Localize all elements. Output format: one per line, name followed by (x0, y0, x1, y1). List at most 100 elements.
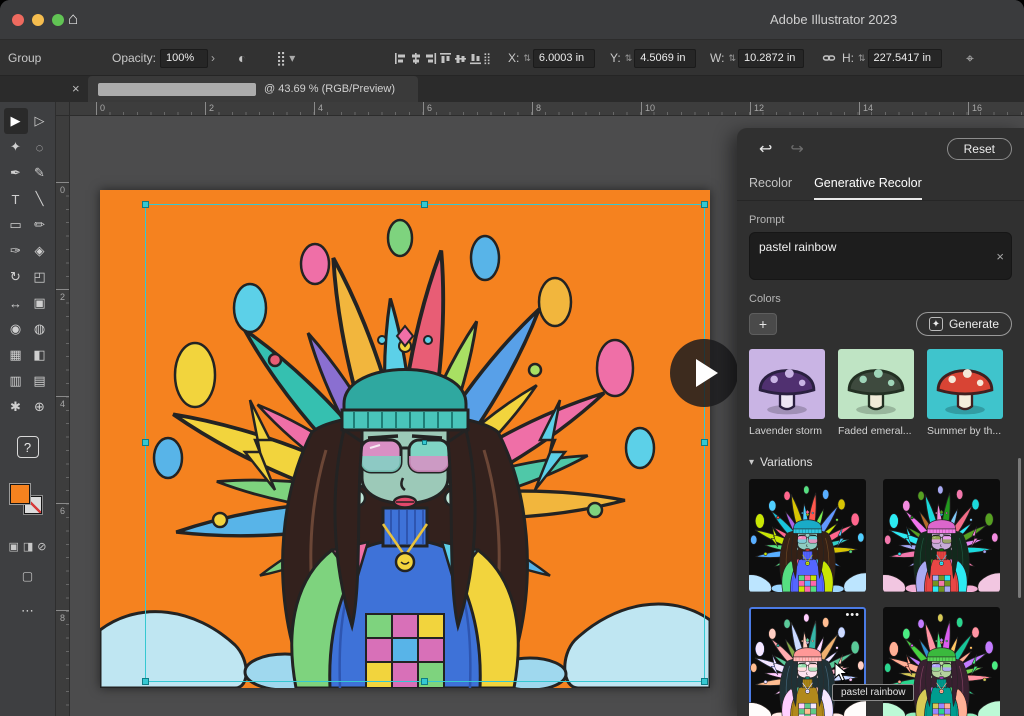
w-stepper-icon[interactable]: ⇅ (728, 53, 736, 64)
align-left-icon[interactable] (394, 52, 407, 65)
tool-pencil[interactable]: ✑ (4, 238, 28, 264)
align-center-vertical-icon[interactable] (454, 52, 467, 65)
control-bar: Group Opacity: 100% › ◐ ⣿ ▾ ⣿ X: ⇅ 6.000… (0, 40, 1024, 76)
video-play-button[interactable] (670, 339, 738, 407)
transform-options-icon[interactable]: ⌖ (966, 50, 974, 67)
preset-lavender-storm[interactable]: Lavender storm (749, 349, 825, 437)
tool-direct-selection[interactable]: ▷ (28, 108, 52, 134)
tool-gradient[interactable]: ◧ (28, 342, 52, 368)
vertical-ruler[interactable]: 02468 (56, 116, 70, 716)
panel-scrollbar[interactable] (1018, 458, 1021, 598)
variation-thumbnail-2[interactable] (883, 479, 1000, 592)
preset-label: Lavender storm (749, 425, 822, 437)
tool-rectangle[interactable]: ▭ (4, 212, 28, 238)
generate-button[interactable]: ✦ Generate (915, 312, 1012, 336)
style-dropdown-caret-icon[interactable]: ▾ (289, 51, 295, 65)
ruler-tick-label: 6 (56, 503, 69, 610)
tool-hand[interactable]: ✱ (4, 394, 28, 420)
tool-width[interactable]: ↔ (4, 290, 28, 316)
panel-header: ↩ ↪ Reset (749, 138, 1012, 160)
generate-label: Generate (948, 317, 999, 331)
opacity-dropdown-icon[interactable]: › (211, 51, 215, 65)
fill-swatch[interactable] (8, 483, 31, 505)
color-mode-icon[interactable]: ▣ (8, 540, 18, 553)
tool-selection[interactable]: ▶ (3, 108, 28, 134)
clear-prompt-icon[interactable]: × (996, 249, 1004, 264)
preset-label: Faded emeral... (838, 425, 912, 437)
tool-zoom[interactable]: ⊕ (28, 394, 52, 420)
opacity-value[interactable]: 100% (160, 48, 208, 68)
tool-eyedropper[interactable]: ◉ (4, 316, 28, 342)
align-right-icon[interactable] (424, 52, 437, 65)
add-color-button[interactable]: + (749, 313, 777, 335)
ruler-tick-label: 12 (750, 102, 859, 115)
tool-curvature[interactable]: ✎ (28, 160, 52, 186)
y-stepper-icon[interactable]: ⇅ (625, 53, 633, 64)
constrain-proportions-link-icon[interactable] (822, 51, 836, 65)
tool-magic-wand[interactable]: ✦ (4, 134, 28, 160)
tool-type[interactable]: T (4, 186, 28, 212)
minimize-window-button[interactable] (32, 14, 44, 26)
undo-icon[interactable]: ↩ (759, 139, 772, 159)
gradient-mode-icon[interactable]: ◨ (23, 540, 33, 553)
prompt-input[interactable]: pastel rainbow × (749, 232, 1012, 280)
x-stepper-icon[interactable]: ⇅ (523, 53, 531, 64)
align-top-icon[interactable] (439, 52, 452, 65)
tool-column-graph[interactable]: ▥ (4, 368, 28, 394)
ruler-tick-label: 0 (96, 102, 205, 115)
redo-icon[interactable]: ↪ (790, 139, 803, 159)
ruler-tick-label: 14 (859, 102, 968, 115)
tool-shaper[interactable]: ◈ (28, 238, 52, 264)
tab-generative-recolor[interactable]: Generative Recolor (814, 172, 922, 200)
help-button[interactable]: ? (16, 436, 39, 458)
h-field-label: H: (842, 51, 854, 65)
ruler-tick-label: 10 (641, 102, 750, 115)
style-dropdown-icon[interactable]: ⣿ (276, 50, 286, 67)
home-icon[interactable]: ⌂ (68, 9, 78, 29)
x-field-value[interactable]: 6.0003 in (532, 48, 595, 68)
h-field-value[interactable]: 227.5417 in (867, 48, 942, 68)
tab-recolor[interactable]: Recolor (749, 172, 792, 200)
w-field-value[interactable]: 10.2872 in (738, 48, 804, 68)
tools-panel: ▶ ▷ ✦ ◌ ✒ ✎ T ╲ ▭ ✏ ✑ ◈ ↻ ◰ ↔ ▣ ◉ ◍ ▦ ◧ ▥ ▤ ✱ ⊕ ? ▣ ◨ ⊘ ▢ ⋯ (0, 102, 56, 716)
variation-thumbnail-1[interactable] (749, 479, 866, 592)
artwork-illustration (100, 190, 710, 688)
h-stepper-icon[interactable]: ⇅ (858, 53, 866, 64)
tool-blend[interactable]: ◍ (28, 316, 52, 342)
align-group (393, 40, 483, 76)
variations-header[interactable]: ▾ Variations (749, 455, 1012, 469)
align-bottom-icon[interactable] (469, 52, 482, 65)
ruler-origin-corner[interactable] (56, 102, 70, 116)
artboard[interactable] (100, 190, 710, 688)
align-center-horizontal-icon[interactable] (409, 52, 422, 65)
prompt-label: Prompt (749, 214, 785, 226)
opacity-label: Opacity: (112, 51, 157, 65)
variation-more-icon[interactable]: ••• (845, 609, 860, 621)
mushroom-illustration (847, 369, 905, 415)
reset-button[interactable]: Reset (946, 138, 1012, 160)
tool-pen[interactable]: ✒ (4, 160, 28, 186)
distribute-grid-icon[interactable]: ⣿ (483, 52, 491, 65)
preset-summer[interactable]: Summer by th... (927, 349, 1003, 437)
document-tab-bar: × @ 43.69 % (RGB/Preview) (0, 76, 1024, 102)
none-mode-icon[interactable]: ⊘ (37, 540, 46, 553)
horizontal-ruler[interactable]: 0 2 4 6 8 10 12 14 16 (70, 102, 1024, 116)
app-window: ⌂ Adobe Illustrator 2023 Group Opacity: … (0, 0, 1024, 716)
close-window-button[interactable] (12, 14, 24, 26)
color-wheel-icon[interactable]: ◐ (238, 50, 246, 66)
tool-paintbrush[interactable]: ✏ (28, 212, 52, 238)
zoom-window-button[interactable] (52, 14, 64, 26)
tool-artboard[interactable]: ▤ (28, 368, 52, 394)
screen-mode-icon[interactable]: ▢ (22, 569, 33, 583)
close-document-icon[interactable]: × (72, 81, 80, 96)
tool-lasso[interactable]: ◌ (28, 134, 52, 160)
preset-faded-emerald[interactable]: Faded emeral... (838, 349, 914, 437)
tool-mesh[interactable]: ▦ (4, 342, 28, 368)
toolbar-more-icon[interactable]: ⋯ (21, 603, 34, 619)
y-field-value[interactable]: 4.5069 in (634, 48, 697, 68)
tool-scale[interactable]: ◰ (28, 264, 52, 290)
document-tab[interactable]: @ 43.69 % (RGB/Preview) (88, 76, 418, 102)
tool-free-transform[interactable]: ▣ (28, 290, 52, 316)
tool-line-segment[interactable]: ╲ (28, 186, 52, 212)
tool-rotate[interactable]: ↻ (4, 264, 28, 290)
